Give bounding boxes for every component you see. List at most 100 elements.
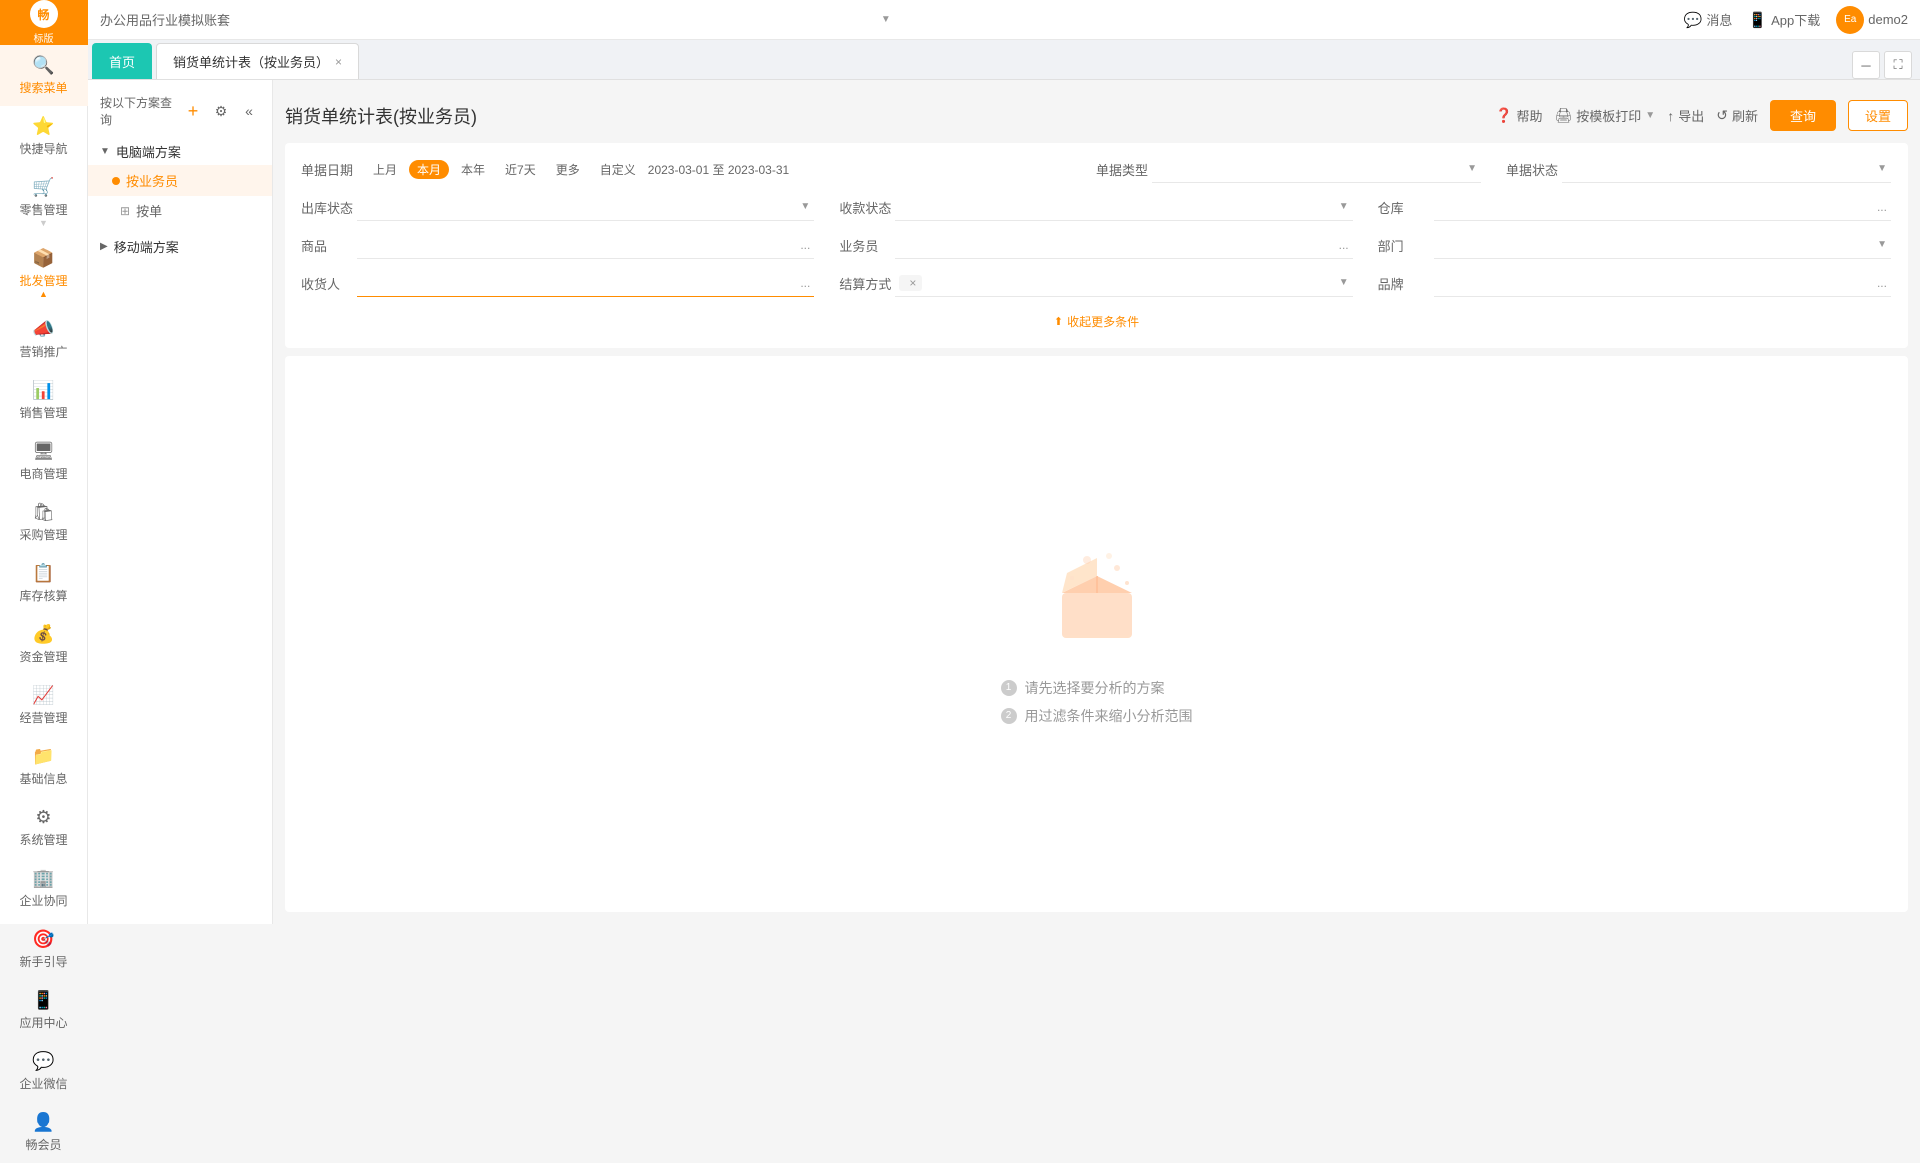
mobile-group-arrow: ▶ — [100, 241, 108, 252]
tab-sales-stats[interactable]: 销货单统计表（按业务员） × — [156, 43, 359, 79]
add-scheme-button[interactable]: + — [182, 100, 204, 122]
warehouse-label: 仓库 — [1378, 198, 1434, 217]
sidebar-item-label: 系统管理 — [19, 831, 67, 848]
sidebar-item-quick-nav[interactable]: ⭐ 快捷导航 — [0, 106, 88, 167]
settlement-clear-icon[interactable]: × — [909, 276, 916, 290]
warehouse-control[interactable]: ... — [1434, 193, 1891, 221]
collapse-panel-button[interactable]: « — [238, 100, 260, 122]
active-dot — [112, 177, 120, 185]
date-tab-7days[interactable]: 近7天 — [497, 159, 544, 180]
sidebar-item-sales[interactable]: 📊 销售管理 — [0, 370, 88, 431]
sidebar-item-base[interactable]: 📁 基础信息 — [0, 736, 88, 797]
goods-control[interactable]: ... — [357, 231, 814, 259]
sidebar-item-marketing[interactable]: 📣 营销推广 — [0, 309, 88, 370]
date-tab-this-month[interactable]: 本月 — [409, 160, 449, 179]
sidebar-item-label: 采购管理 — [19, 526, 67, 543]
mobile-group-label: 移动端方案 — [114, 237, 179, 256]
app-download-button[interactable]: 📱 App下载 — [1748, 10, 1820, 29]
refresh-button[interactable]: ↺ 刷新 — [1716, 106, 1758, 125]
logo[interactable]: 畅 标版 — [0, 0, 88, 45]
warehouse-dots[interactable]: ... — [1877, 200, 1887, 214]
brand-control[interactable]: ... — [1434, 269, 1891, 297]
scheme-sub-item-by-doc[interactable]: ⊞ 按单 — [88, 196, 272, 225]
docstatus-control[interactable]: ▼ — [1562, 155, 1891, 183]
dept-control[interactable]: ▼ — [1434, 231, 1891, 259]
sidebar-item-inventory[interactable]: 📋 库存核算 — [0, 553, 88, 614]
sidebar-item-member[interactable]: 👤 畅会员 — [0, 1102, 88, 1163]
salesperson-dots[interactable]: ... — [1339, 238, 1349, 252]
filter-item-payment: 收款状态 ▼ — [839, 193, 1353, 221]
scheme-sub-item-label: 按单 — [136, 201, 162, 220]
sidebar-item-ecommerce[interactable]: 🖥 电商管理 — [0, 431, 88, 492]
logo-text: 标版 — [34, 30, 54, 45]
sidebar-item-finance[interactable]: 💰 资金管理 — [0, 614, 88, 675]
tab-maximize-button[interactable]: ⛶ — [1884, 51, 1912, 79]
goods-label: 商品 — [301, 236, 357, 255]
tip-text-2: 用过滤条件来缩小分析范围 — [1025, 702, 1193, 730]
right-panel: 销货单统计表(按业务员) ❓ 帮助 🖨 按模板打印 ▼ ↑ 导出 — [273, 80, 1920, 924]
sidebar-item-label: 电商管理 — [19, 465, 67, 482]
sidebar-item-app-center[interactable]: 📱 应用中心 — [0, 980, 88, 1041]
date-tabs: 上月 本月 本年 近7天 更多 自定义 — [365, 159, 644, 180]
docstatus-dropdown[interactable]: ▼ — [1566, 163, 1887, 174]
sidebar-item-wechat[interactable]: 💬 企业微信 — [0, 1041, 88, 1102]
message-button[interactable]: 💬 消息 — [1684, 10, 1733, 29]
doctype-dropdown[interactable]: ▼ — [1156, 163, 1477, 174]
settlement-control[interactable]: × ▼ — [895, 269, 1352, 297]
tab-minimize-button[interactable]: ─ — [1852, 51, 1880, 79]
empty-tip-2: 2 用过滤条件来缩小分析范围 — [1001, 702, 1193, 730]
docstatus-label: 单据状态 — [1506, 160, 1562, 179]
brand-dots[interactable]: ... — [1877, 276, 1887, 290]
consignee-control[interactable]: ... — [357, 269, 814, 297]
sidebar-item-enterprise[interactable]: 🏢 企业协同 — [0, 858, 88, 919]
collapse-filters-button[interactable]: ⬆ 收起更多条件 — [301, 307, 1892, 336]
search-icon: 🔍 — [32, 55, 54, 76]
filter-row-1: 单据日期 上月 本月 本年 近7天 更多 自定义 2023-03-01 至 20… — [301, 155, 1892, 183]
user-profile[interactable]: Ea demo2 — [1836, 6, 1908, 34]
monitor-icon: 🖥 — [32, 441, 55, 462]
date-tab-more[interactable]: 更多 — [548, 159, 588, 180]
doctype-control[interactable]: ▼ — [1152, 155, 1481, 183]
outstock-control[interactable]: ▼ — [357, 193, 814, 221]
dept-label: 部门 — [1378, 236, 1434, 255]
sidebar-item-retail[interactable]: 🛒 零售管理 ▼ — [0, 167, 88, 238]
sidebar-item-purchase[interactable]: 🛍 采购管理 — [0, 492, 88, 553]
dept-dropdown[interactable]: ▼ — [1438, 239, 1887, 250]
sidebar-item-label: 经营管理 — [19, 709, 67, 726]
query-button[interactable]: 查询 — [1770, 100, 1836, 131]
tab-home[interactable]: 首页 — [92, 43, 152, 79]
print-dropdown-icon[interactable]: ▼ — [1645, 110, 1655, 121]
sidebar-item-wholesale[interactable]: 📦 批发管理 ▲ — [0, 238, 88, 309]
breadcrumb-dropdown[interactable]: ▼ — [881, 14, 891, 25]
print-button[interactable]: 🖨 按模板打印 ▼ — [1555, 106, 1656, 125]
date-tab-custom[interactable]: 自定义 — [592, 159, 644, 180]
tab-close-icon[interactable]: × — [335, 55, 342, 69]
filter-row-2: 出库状态 ▼ 收款状态 ▼ — [301, 193, 1892, 221]
consignee-dots[interactable]: ... — [800, 276, 810, 290]
export-button[interactable]: ↑ 导出 — [1667, 106, 1704, 125]
mobile-group-header[interactable]: ▶ 移动端方案 — [88, 233, 272, 260]
date-tab-last-month[interactable]: 上月 — [365, 159, 405, 180]
sidebar-item-search[interactable]: 🔍 搜索菜单 — [0, 45, 88, 106]
message-icon: 💬 — [1684, 11, 1703, 29]
sidebar-item-newbie[interactable]: 🎯 新手引导 — [0, 919, 88, 980]
payment-dropdown[interactable]: ▼ — [899, 201, 1348, 212]
help-button[interactable]: ❓ 帮助 — [1495, 106, 1542, 125]
sidebar-item-system[interactable]: ⚙ 系统管理 — [0, 797, 88, 858]
date-tab-this-year[interactable]: 本年 — [453, 159, 493, 180]
scheme-item-by-salesperson[interactable]: 按业务员 — [88, 165, 272, 196]
goods-dots[interactable]: ... — [800, 238, 810, 252]
outstock-dropdown[interactable]: ▼ — [361, 201, 810, 212]
payment-control[interactable]: ▼ — [895, 193, 1352, 221]
pc-group-header[interactable]: ▼ 电脑端方案 — [88, 138, 272, 165]
settings-scheme-button[interactable]: ⚙ — [210, 100, 232, 122]
filter-item-goods: 商品 ... — [301, 231, 815, 259]
filter-item-doctype: 单据类型 ▼ — [1096, 155, 1482, 183]
settings-button[interactable]: 设置 — [1848, 100, 1908, 131]
sidebar-item-operations[interactable]: 📈 经营管理 — [0, 675, 88, 736]
salesperson-control[interactable]: ... — [895, 231, 1352, 259]
settlement-label: 结算方式 — [839, 274, 895, 293]
collapse-label: 收起更多条件 — [1067, 313, 1139, 330]
payment-label: 收款状态 — [839, 198, 895, 217]
sidebar-item-label: 批发管理 — [19, 272, 67, 289]
